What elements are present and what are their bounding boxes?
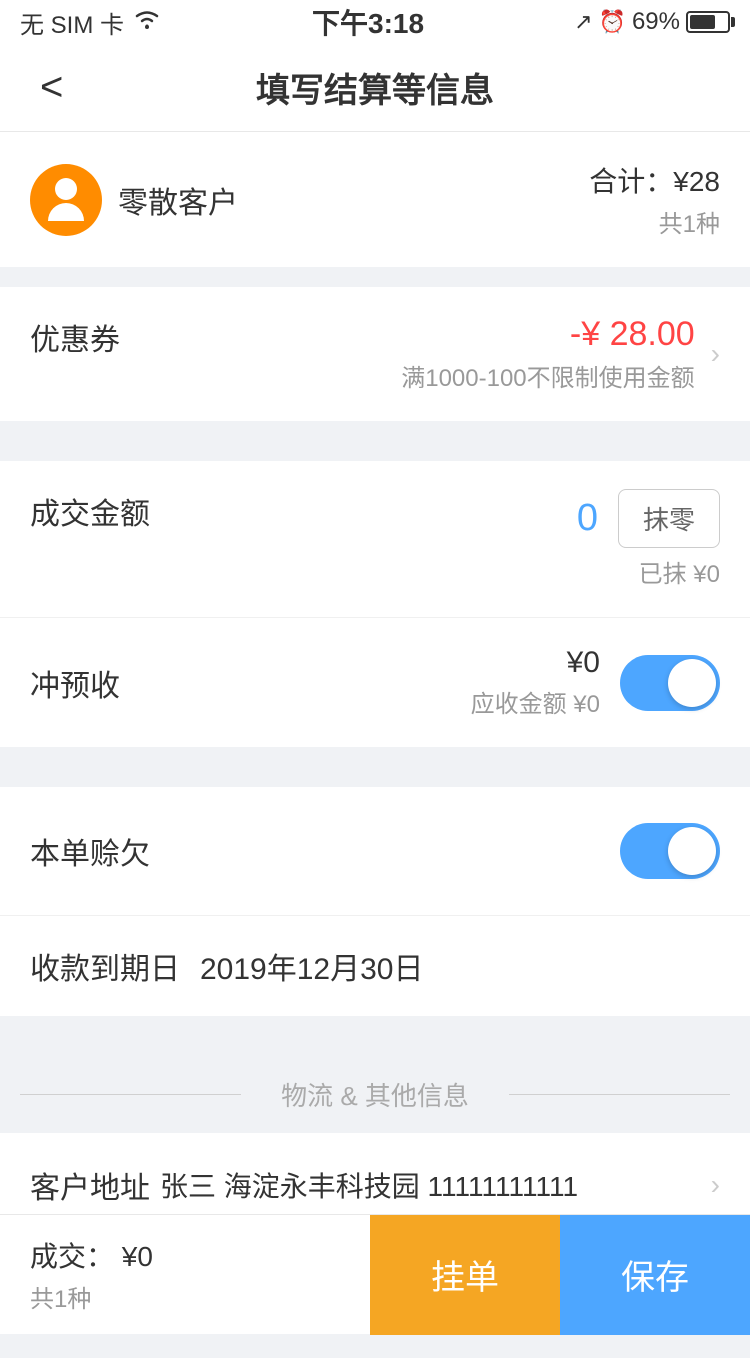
amount-value: 0 xyxy=(577,497,598,540)
wifi-icon xyxy=(132,8,162,37)
bottom-bar: 成交： ¥0 共1种 挂单 保存 xyxy=(0,1214,750,1334)
precollect-values: ¥0 应收金额 ¥0 xyxy=(471,646,600,719)
bottom-summary-count: 共1种 xyxy=(30,1279,340,1314)
divider-1 xyxy=(0,441,750,461)
logistics-line-left xyxy=(20,1094,241,1095)
hold-button[interactable]: 挂单 xyxy=(370,1215,560,1335)
main-content: 零散客户 合计：¥28 共1种 优惠券 -¥ 28.00 满1000-100不限… xyxy=(0,132,750,1358)
coupon-amount: -¥ 28.00 xyxy=(401,315,694,354)
logistics-line-right xyxy=(509,1094,730,1095)
location-icon: ↗ xyxy=(574,9,592,35)
debt-due-row: 收款到期日 2019年12月30日 xyxy=(0,916,750,1016)
toggle-thumb xyxy=(668,659,716,707)
bottom-summary: 成交： ¥0 共1种 xyxy=(0,1235,370,1314)
divider-2 xyxy=(0,767,750,787)
status-right: ↗ ⏰ 69% xyxy=(574,8,730,36)
battery-percent: 69% xyxy=(632,8,680,36)
address-chevron-icon: › xyxy=(711,1169,720,1201)
divider-3 xyxy=(0,1036,750,1056)
precollect-label: 冲预收 xyxy=(30,661,120,705)
address-label: 客户地址 xyxy=(30,1163,150,1207)
coupon-value-area: -¥ 28.00 满1000-100不限制使用金额 xyxy=(401,315,694,393)
precollect-toggle[interactable] xyxy=(620,655,720,711)
precollect-amount: ¥0 xyxy=(471,646,600,680)
status-time: 下午3:18 xyxy=(312,2,424,42)
coupon-label: 优惠券 xyxy=(30,315,120,359)
customer-name: 零散客户 xyxy=(118,178,238,222)
customer-count: 共1种 xyxy=(589,204,720,239)
alarm-icon: ⏰ xyxy=(599,9,626,35)
coupon-chevron-icon: › xyxy=(711,338,720,370)
debt-toggle-thumb xyxy=(668,827,716,875)
precollect-sub: 应收金额 ¥0 xyxy=(471,684,600,719)
amount-row: 成交金额 0 抹零 已抹 ¥0 xyxy=(0,461,750,618)
debt-label: 本单赊欠 xyxy=(30,829,150,873)
status-left: 无 SIM 卡 xyxy=(20,5,162,40)
transaction-section: 成交金额 0 抹零 已抹 ¥0 冲预收 ¥0 应收金额 ¥0 xyxy=(0,461,750,747)
nav-bar: < 填写结算等信息 xyxy=(0,44,750,132)
back-button[interactable]: < xyxy=(30,55,73,120)
debt-section: 本单赊欠 收款到期日 2019年12月30日 xyxy=(0,787,750,1016)
precollect-row: 冲预收 ¥0 应收金额 ¥0 xyxy=(0,618,750,747)
avatar-person-icon xyxy=(44,178,88,222)
debt-row: 本单赊欠 xyxy=(0,787,750,916)
customer-total: 合计：¥28 xyxy=(589,160,720,200)
avatar xyxy=(30,164,102,236)
amount-sub: 已抹 ¥0 xyxy=(577,554,720,589)
logistics-label: 物流 & 其他信息 xyxy=(261,1076,489,1113)
carrier-text: 无 SIM 卡 xyxy=(20,5,124,40)
debt-due-label: 收款到期日 xyxy=(30,944,180,988)
battery-icon xyxy=(686,11,730,33)
logistics-header: 物流 & 其他信息 xyxy=(0,1056,750,1133)
address-value: 张三 海淀永丰科技园 11111111111 xyxy=(150,1165,701,1205)
page-title: 填写结算等信息 xyxy=(256,63,494,112)
coupon-desc: 满1000-100不限制使用金额 xyxy=(401,358,694,393)
debt-toggle[interactable] xyxy=(620,823,720,879)
customer-info: 零散客户 xyxy=(30,164,238,236)
save-button[interactable]: 保存 xyxy=(560,1215,750,1335)
coupon-row[interactable]: 优惠券 -¥ 28.00 满1000-100不限制使用金额 › xyxy=(0,287,750,421)
status-bar: 无 SIM 卡 下午3:18 ↗ ⏰ 69% xyxy=(0,0,750,44)
amount-label: 成交金额 xyxy=(30,489,150,533)
debt-due-value: 2019年12月30日 xyxy=(200,944,423,988)
precollect-right: ¥0 应收金额 ¥0 xyxy=(471,646,720,719)
round-off-button[interactable]: 抹零 xyxy=(618,489,720,548)
customer-section: 零散客户 合计：¥28 共1种 xyxy=(0,132,750,267)
coupon-section: 优惠券 -¥ 28.00 满1000-100不限制使用金额 › xyxy=(0,287,750,421)
customer-total-area: 合计：¥28 共1种 xyxy=(589,160,720,239)
bottom-summary-amount: 成交： ¥0 xyxy=(30,1235,340,1275)
